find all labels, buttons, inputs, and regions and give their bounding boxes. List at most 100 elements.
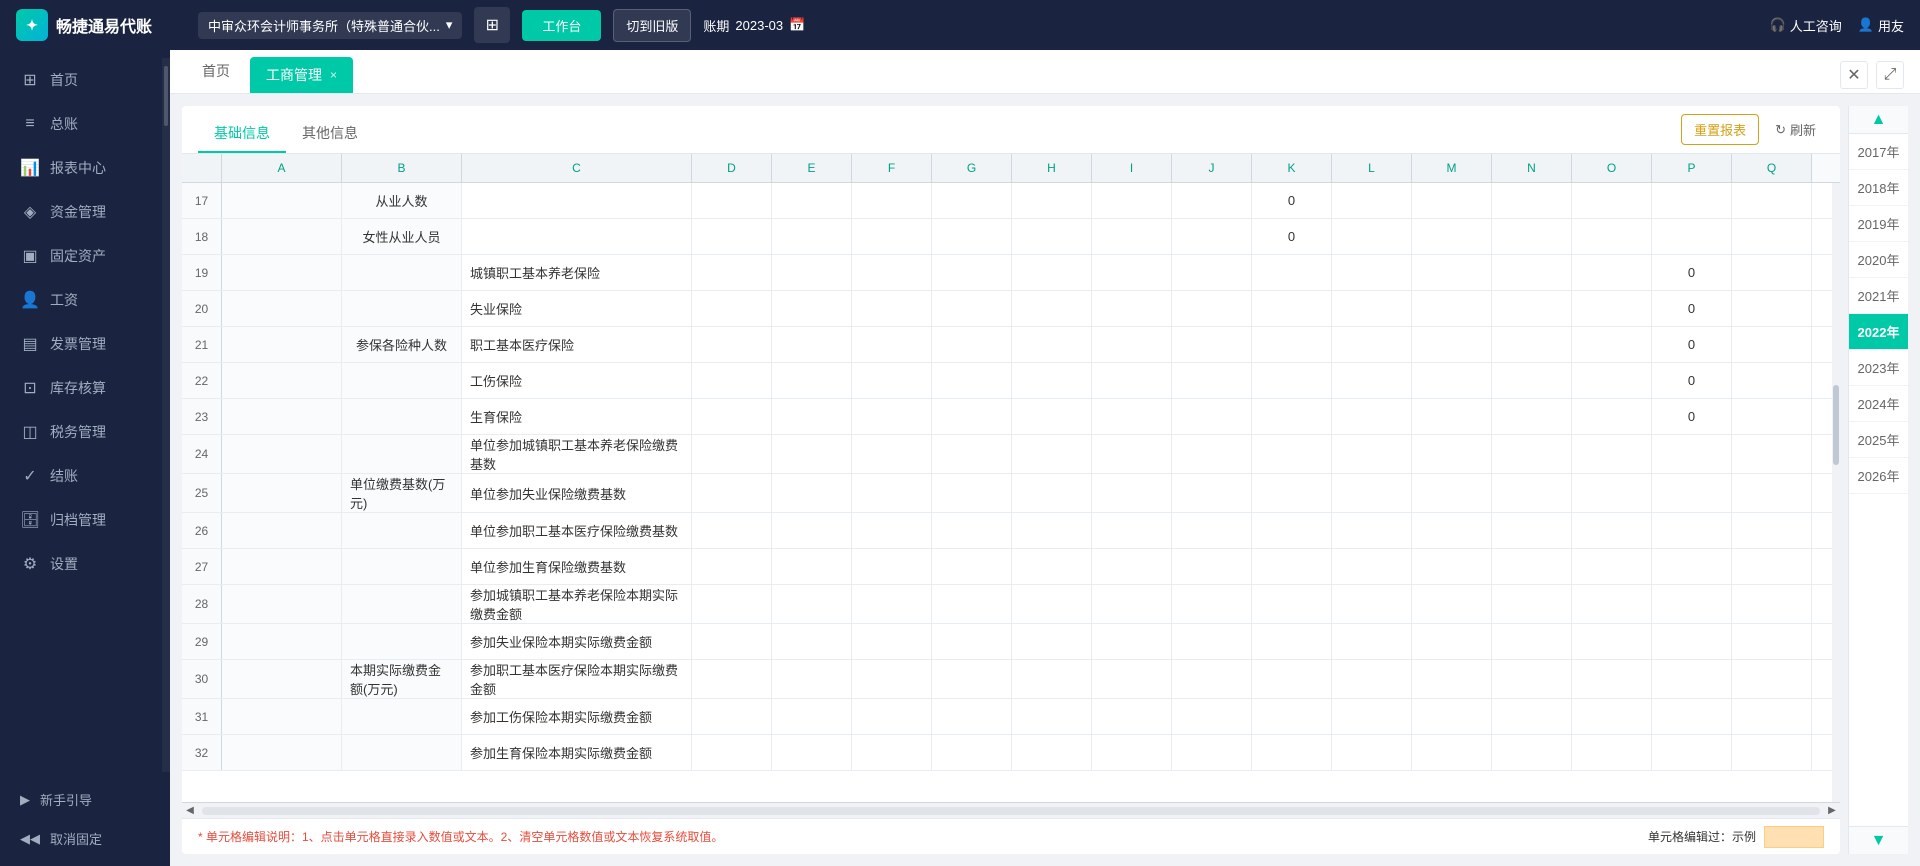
cell-22-n[interactable] [1492,363,1572,398]
cell-25-d[interactable] [692,474,772,512]
cell-20-i[interactable] [1092,291,1172,326]
cell-32-n[interactable] [1492,735,1572,770]
cell-29-e[interactable] [772,624,852,659]
cell-24-b[interactable] [342,435,462,473]
cell-20-f[interactable] [852,291,932,326]
cell-20-a[interactable] [222,291,342,326]
cell-26-l[interactable] [1332,513,1412,548]
cell-19-c[interactable]: 城镇职工基本养老保险 [462,255,692,290]
cell-25-b[interactable]: 单位缴费基数(万元) [342,474,462,512]
hscroll-left-arrow[interactable]: ◀ [182,803,198,819]
cell-17-b[interactable]: 从业人数 [342,183,462,218]
cell-18-h[interactable] [1012,219,1092,254]
cell-31-a[interactable] [222,699,342,734]
cell-21-c[interactable]: 职工基本医疗保险 [462,327,692,362]
cell-27-c[interactable]: 单位参加生育保险缴费基数 [462,549,692,584]
cell-28-q[interactable] [1732,585,1812,623]
cell-19-g[interactable] [932,255,1012,290]
cell-26-b[interactable] [342,513,462,548]
cell-28-n[interactable] [1492,585,1572,623]
cell-29-g[interactable] [932,624,1012,659]
cell-17-c[interactable] [462,183,692,218]
cell-20-c[interactable]: 失业保险 [462,291,692,326]
cell-20-q[interactable] [1732,291,1812,326]
cell-27-b[interactable] [342,549,462,584]
cell-24-j[interactable] [1172,435,1252,473]
cell-30-q[interactable] [1732,660,1812,698]
cell-27-i[interactable] [1092,549,1172,584]
sidebar-item-invoice[interactable]: ▤ 发票管理 [0,322,162,366]
cell-23-m[interactable] [1412,399,1492,434]
cell-32-o[interactable] [1572,735,1652,770]
cell-21-g[interactable] [932,327,1012,362]
cell-26-m[interactable] [1412,513,1492,548]
year-scroll-up[interactable]: ▲ [1849,106,1908,134]
cell-25-g[interactable] [932,474,1012,512]
cell-26-f[interactable] [852,513,932,548]
cell-25-l[interactable] [1332,474,1412,512]
tab-close-button[interactable]: ✕ [1840,61,1868,89]
cell-28-h[interactable] [1012,585,1092,623]
cell-24-a[interactable] [222,435,342,473]
cell-26-p[interactable] [1652,513,1732,548]
cell-32-c[interactable]: 参加生育保险本期实际缴费金额 [462,735,692,770]
cell-21-n[interactable] [1492,327,1572,362]
cell-30-c[interactable]: 参加职工基本医疗保险本期实际缴费金额 [462,660,692,698]
vertical-scrollbar[interactable] [1832,183,1840,802]
calendar-icon[interactable]: 📅 [789,17,805,33]
cell-27-d[interactable] [692,549,772,584]
cell-18-q[interactable] [1732,219,1812,254]
cell-24-e[interactable] [772,435,852,473]
cell-32-f[interactable] [852,735,932,770]
cell-17-o[interactable] [1572,183,1652,218]
cell-27-h[interactable] [1012,549,1092,584]
cell-20-d[interactable] [692,291,772,326]
sidebar-item-finance[interactable]: ◈ 资金管理 [0,190,162,234]
cell-20-g[interactable] [932,291,1012,326]
cell-24-q[interactable] [1732,435,1812,473]
cell-31-g[interactable] [932,699,1012,734]
cell-30-k[interactable] [1252,660,1332,698]
cell-26-d[interactable] [692,513,772,548]
cell-17-j[interactable] [1172,183,1252,218]
cell-27-e[interactable] [772,549,852,584]
cell-18-p[interactable] [1652,219,1732,254]
cell-32-g[interactable] [932,735,1012,770]
cell-17-n[interactable] [1492,183,1572,218]
cell-30-i[interactable] [1092,660,1172,698]
cell-17-e[interactable] [772,183,852,218]
cell-20-h[interactable] [1012,291,1092,326]
cell-27-j[interactable] [1172,549,1252,584]
cell-21-h[interactable] [1012,327,1092,362]
cell-28-g[interactable] [932,585,1012,623]
tab-home[interactable]: 首页 [186,51,246,93]
cell-20-p[interactable]: 0 [1652,291,1732,326]
cell-18-j[interactable] [1172,219,1252,254]
cell-25-q[interactable] [1732,474,1812,512]
cell-29-j[interactable] [1172,624,1252,659]
cell-24-o[interactable] [1572,435,1652,473]
cell-28-m[interactable] [1412,585,1492,623]
cell-25-p[interactable] [1652,474,1732,512]
cell-21-j[interactable] [1172,327,1252,362]
year-2020[interactable]: 2020年 [1849,242,1908,278]
cell-17-g[interactable] [932,183,1012,218]
cell-19-q[interactable] [1732,255,1812,290]
cell-24-p[interactable] [1652,435,1732,473]
cell-22-g[interactable] [932,363,1012,398]
cell-17-m[interactable] [1412,183,1492,218]
cell-32-j[interactable] [1172,735,1252,770]
cell-22-m[interactable] [1412,363,1492,398]
cell-20-n[interactable] [1492,291,1572,326]
cell-23-q[interactable] [1732,399,1812,434]
cell-29-f[interactable] [852,624,932,659]
cell-23-n[interactable] [1492,399,1572,434]
sidebar-item-assets[interactable]: ▣ 固定资产 [0,234,162,278]
cell-22-h[interactable] [1012,363,1092,398]
cell-17-a[interactable] [222,183,342,218]
cell-29-l[interactable] [1332,624,1412,659]
cell-19-n[interactable] [1492,255,1572,290]
sidebar-item-home[interactable]: ⊞ 首页 [0,58,162,102]
cell-28-b[interactable] [342,585,462,623]
cell-32-h[interactable] [1012,735,1092,770]
